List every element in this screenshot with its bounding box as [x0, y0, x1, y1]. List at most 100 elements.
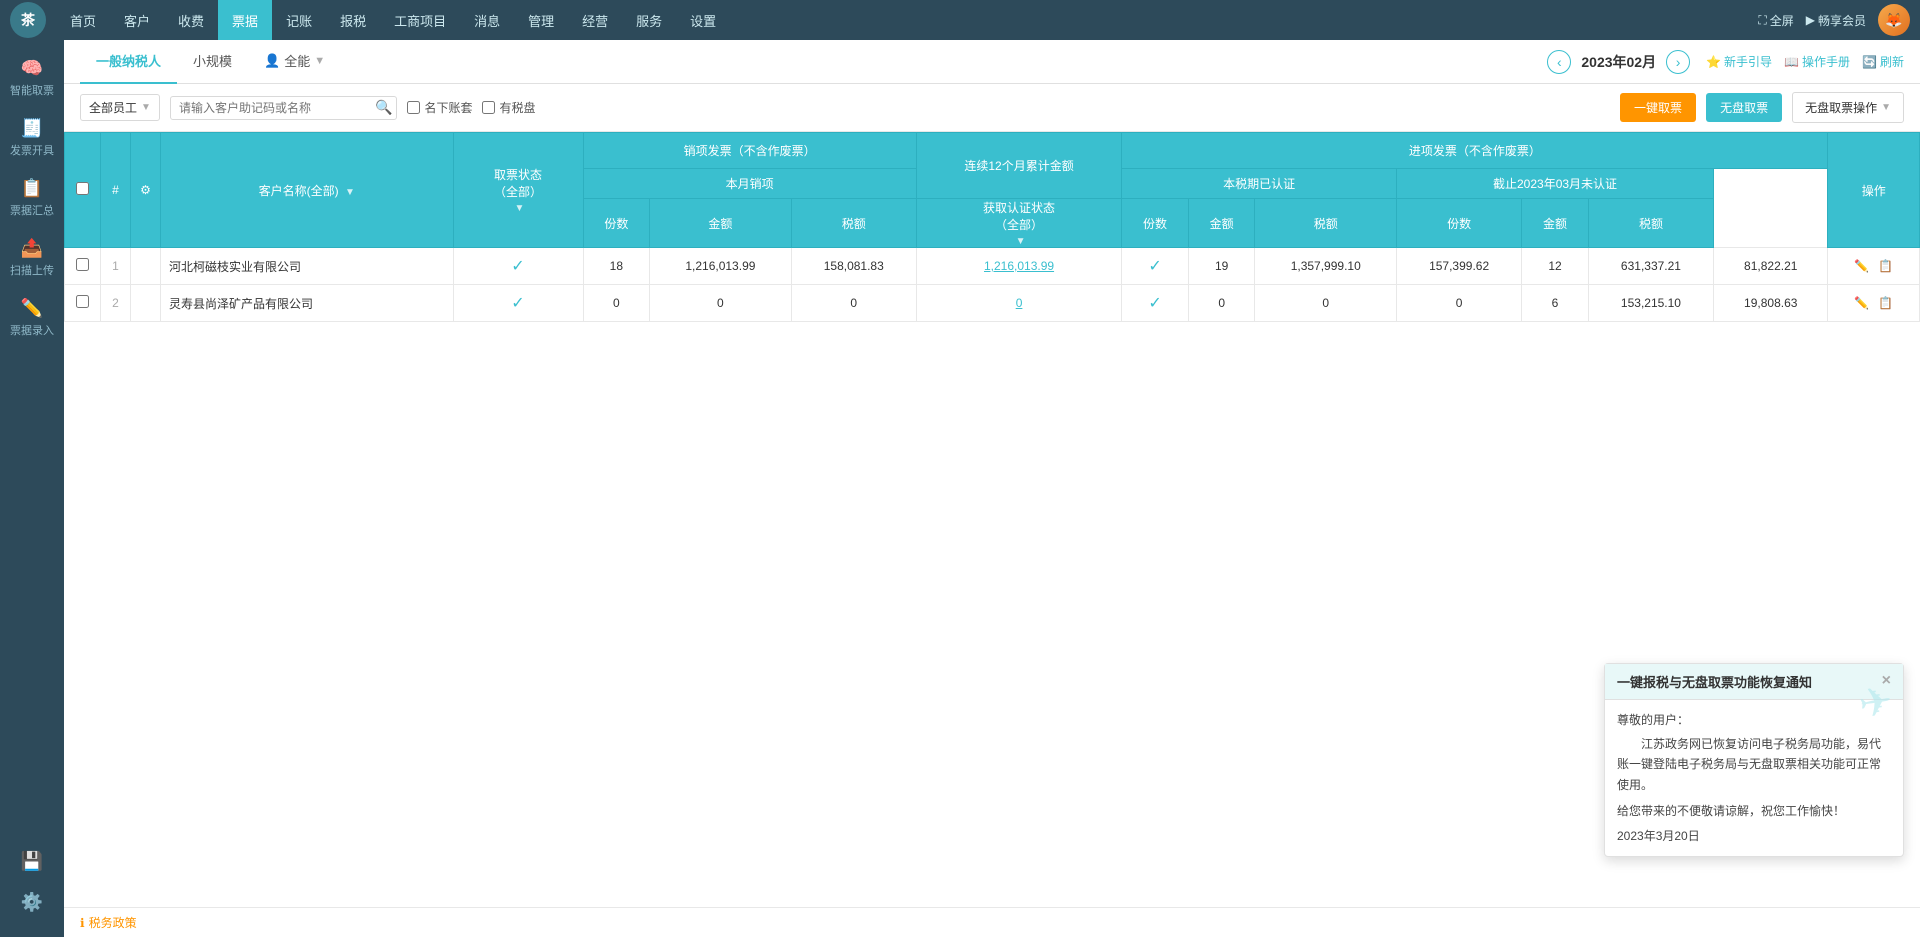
row2-customer: 灵寿县尚泽矿产品有限公司: [161, 285, 454, 322]
employee-select[interactable]: 全部员工 ▼: [80, 94, 160, 121]
nav-manage[interactable]: 管理: [514, 0, 568, 40]
account-set-check-input[interactable]: [407, 101, 420, 114]
notification-popup: 一键报税与无盘取票功能恢复通知 × ✈ 尊敬的用户： 江苏政务网已恢复访问电子税…: [1604, 663, 1904, 857]
tax-disc-label: 有税盘: [499, 99, 535, 116]
tab-small-scale[interactable]: 小规模: [177, 40, 248, 84]
th-input-amount: 金额: [1188, 199, 1255, 248]
row2-edit-icon[interactable]: ✏️: [1854, 296, 1869, 310]
date-next-btn[interactable]: ›: [1666, 50, 1690, 74]
sidebar-download-btn[interactable]: 💾: [17, 843, 47, 880]
select-all-checkbox[interactable]: [76, 182, 89, 195]
row1-edit-icon[interactable]: ✏️: [1854, 259, 1869, 273]
th-uncert-tax: 税额: [1588, 199, 1713, 248]
guide-icon: ⭐: [1706, 55, 1721, 69]
sub-tabs-bar: 一般纳税人 小规模 👤 全能 ▼ ‹ 2023年02月 › ⭐ 新手引导: [64, 40, 1920, 84]
pick-status-filter-icon[interactable]: ▼: [515, 203, 525, 214]
nav-fee[interactable]: 收费: [164, 0, 218, 40]
row1-action: ✏️ 📋: [1828, 248, 1920, 285]
row2-view-icon[interactable]: 📋: [1878, 296, 1893, 310]
sidebar-settings-btn[interactable]: ⚙️: [17, 884, 47, 921]
table-row: 1 河北柯磁枝实业有限公司 ✓ 18 1,216,013.99 158,081.…: [65, 248, 1920, 285]
th-input-count: 份数: [1122, 199, 1189, 248]
toolbar: 全部员工 ▼ 🔍 名下账套 有税盘 一键取票 无盘取票 无盘取票操作 ▼: [64, 84, 1920, 132]
date-label: 2023年02月: [1581, 52, 1656, 72]
nav-business[interactable]: 工商项目: [380, 0, 460, 40]
th-cumulative: 连续12个月累计金额: [916, 133, 1121, 199]
search-button[interactable]: 🔍: [371, 99, 396, 116]
row1-view-icon[interactable]: 📋: [1878, 259, 1893, 273]
chevron-down-icon: ▼: [314, 55, 325, 67]
fullscreen-icon: ⛶: [1758, 13, 1766, 28]
row2-sales-tax: 0: [791, 285, 916, 322]
scan-upload-icon: 📤: [21, 238, 43, 259]
notification-greeting: 尊敬的用户：: [1617, 710, 1891, 730]
customer-filter-icon[interactable]: ▼: [345, 187, 355, 198]
tax-policy-link[interactable]: 税务政策: [89, 914, 137, 931]
nav-service[interactable]: 服务: [622, 0, 676, 40]
row1-cumulative-link[interactable]: 1,216,013.99: [984, 259, 1054, 273]
row1-seq: 1: [101, 248, 131, 285]
row2-input-count: 0: [1188, 285, 1255, 322]
sidebar-item-invoice-entry[interactable]: ✏️ 票据录入: [0, 290, 64, 346]
nav-home[interactable]: 首页: [56, 0, 110, 40]
sidebar-item-invoice-summary[interactable]: 📋 票据汇总: [0, 170, 64, 226]
invoice-entry-icon: ✏️: [21, 298, 43, 319]
info-icon: ℹ: [80, 916, 85, 930]
sidebar: 🧠 智能取票 🧾 发票开具 📋 票据汇总 📤 扫描上传 ✏️ 票据录入 💾 ⚙️: [0, 40, 64, 937]
row2-check-input[interactable]: [76, 295, 89, 308]
row1-input-amount: 1,357,999.10: [1255, 248, 1397, 285]
row1-sales-count: 18: [583, 248, 650, 285]
tax-disc-check-input[interactable]: [482, 101, 495, 114]
refresh-link[interactable]: 🔄 刷新: [1862, 53, 1904, 70]
row2-cumulative-link[interactable]: 0: [1016, 296, 1023, 310]
tab-all-capable[interactable]: 👤 全能 ▼: [248, 40, 341, 84]
user-icon: 👤: [264, 53, 280, 69]
smart-pick-icon: 🧠: [21, 58, 43, 79]
sidebar-item-invoice-summary-label: 票据汇总: [10, 202, 54, 218]
date-nav: ‹ 2023年02月 ›: [1547, 50, 1690, 74]
new-guide-link[interactable]: ⭐ 新手引导: [1706, 53, 1772, 70]
nav-settings[interactable]: 设置: [676, 0, 730, 40]
nav-operate[interactable]: 经营: [568, 0, 622, 40]
row2-action: ✏️ 📋: [1828, 285, 1920, 322]
date-prev-btn[interactable]: ‹: [1547, 50, 1571, 74]
th-uncertified: 截止2023年03月未认证: [1396, 169, 1713, 199]
nav-message[interactable]: 消息: [460, 0, 514, 40]
row2-checkbox: [65, 285, 101, 322]
th-config: ⚙: [131, 133, 161, 248]
notification-date: 2023年3月20日: [1617, 826, 1891, 846]
top-nav-right: ⛶ 全屏 ▶ 畅享会员 🦊: [1758, 4, 1910, 36]
th-sales-amount: 金额: [650, 199, 792, 248]
cert-status-filter-icon[interactable]: ▼: [1016, 236, 1026, 247]
sidebar-item-invoice-open[interactable]: 🧾 发票开具: [0, 110, 64, 166]
no-disc-pick-action-btn[interactable]: 无盘取票操作 ▼: [1792, 92, 1904, 123]
manual-link[interactable]: 📖 操作手册: [1784, 53, 1850, 70]
member-btn[interactable]: ▶ 畅享会员: [1806, 12, 1866, 29]
tab-general-taxpayer[interactable]: 一般纳税人: [80, 40, 177, 84]
nav-client[interactable]: 客户: [110, 0, 164, 40]
th-input-group: 进项发票（不含作废票）: [1122, 133, 1828, 169]
download-icon: 💾: [21, 851, 43, 872]
dropdown-arrow-icon: ▼: [1881, 102, 1891, 113]
row1-check-input[interactable]: [76, 258, 89, 271]
row1-cert-status-icon: ✓: [1148, 258, 1161, 275]
row1-checkbox: [65, 248, 101, 285]
search-input[interactable]: [171, 97, 371, 119]
sidebar-item-scan-upload[interactable]: 📤 扫描上传: [0, 230, 64, 286]
sidebar-item-smart-pick[interactable]: 🧠 智能取票: [0, 50, 64, 106]
invoice-open-icon: 🧾: [21, 118, 43, 139]
one-click-pick-btn[interactable]: 一键取票: [1620, 93, 1696, 122]
table-row: 2 灵寿县尚泽矿产品有限公司 ✓ 0 0 0 0 ✓: [65, 285, 1920, 322]
row2-seq: 2: [101, 285, 131, 322]
user-avatar[interactable]: 🦊: [1878, 4, 1910, 36]
refresh-icon: 🔄: [1862, 55, 1877, 69]
row1-pick-status-icon: ✓: [511, 258, 524, 275]
tax-disc-checkbox[interactable]: 有税盘: [482, 99, 535, 116]
no-disc-pick-btn[interactable]: 无盘取票: [1706, 93, 1782, 122]
nav-tax[interactable]: 报税: [326, 0, 380, 40]
nav-bookkeeping[interactable]: 记账: [272, 0, 326, 40]
th-action: 操作: [1828, 133, 1920, 248]
fullscreen-btn[interactable]: ⛶ 全屏: [1758, 12, 1793, 29]
nav-invoice[interactable]: 票据: [218, 0, 272, 40]
account-set-checkbox[interactable]: 名下账套: [407, 99, 472, 116]
